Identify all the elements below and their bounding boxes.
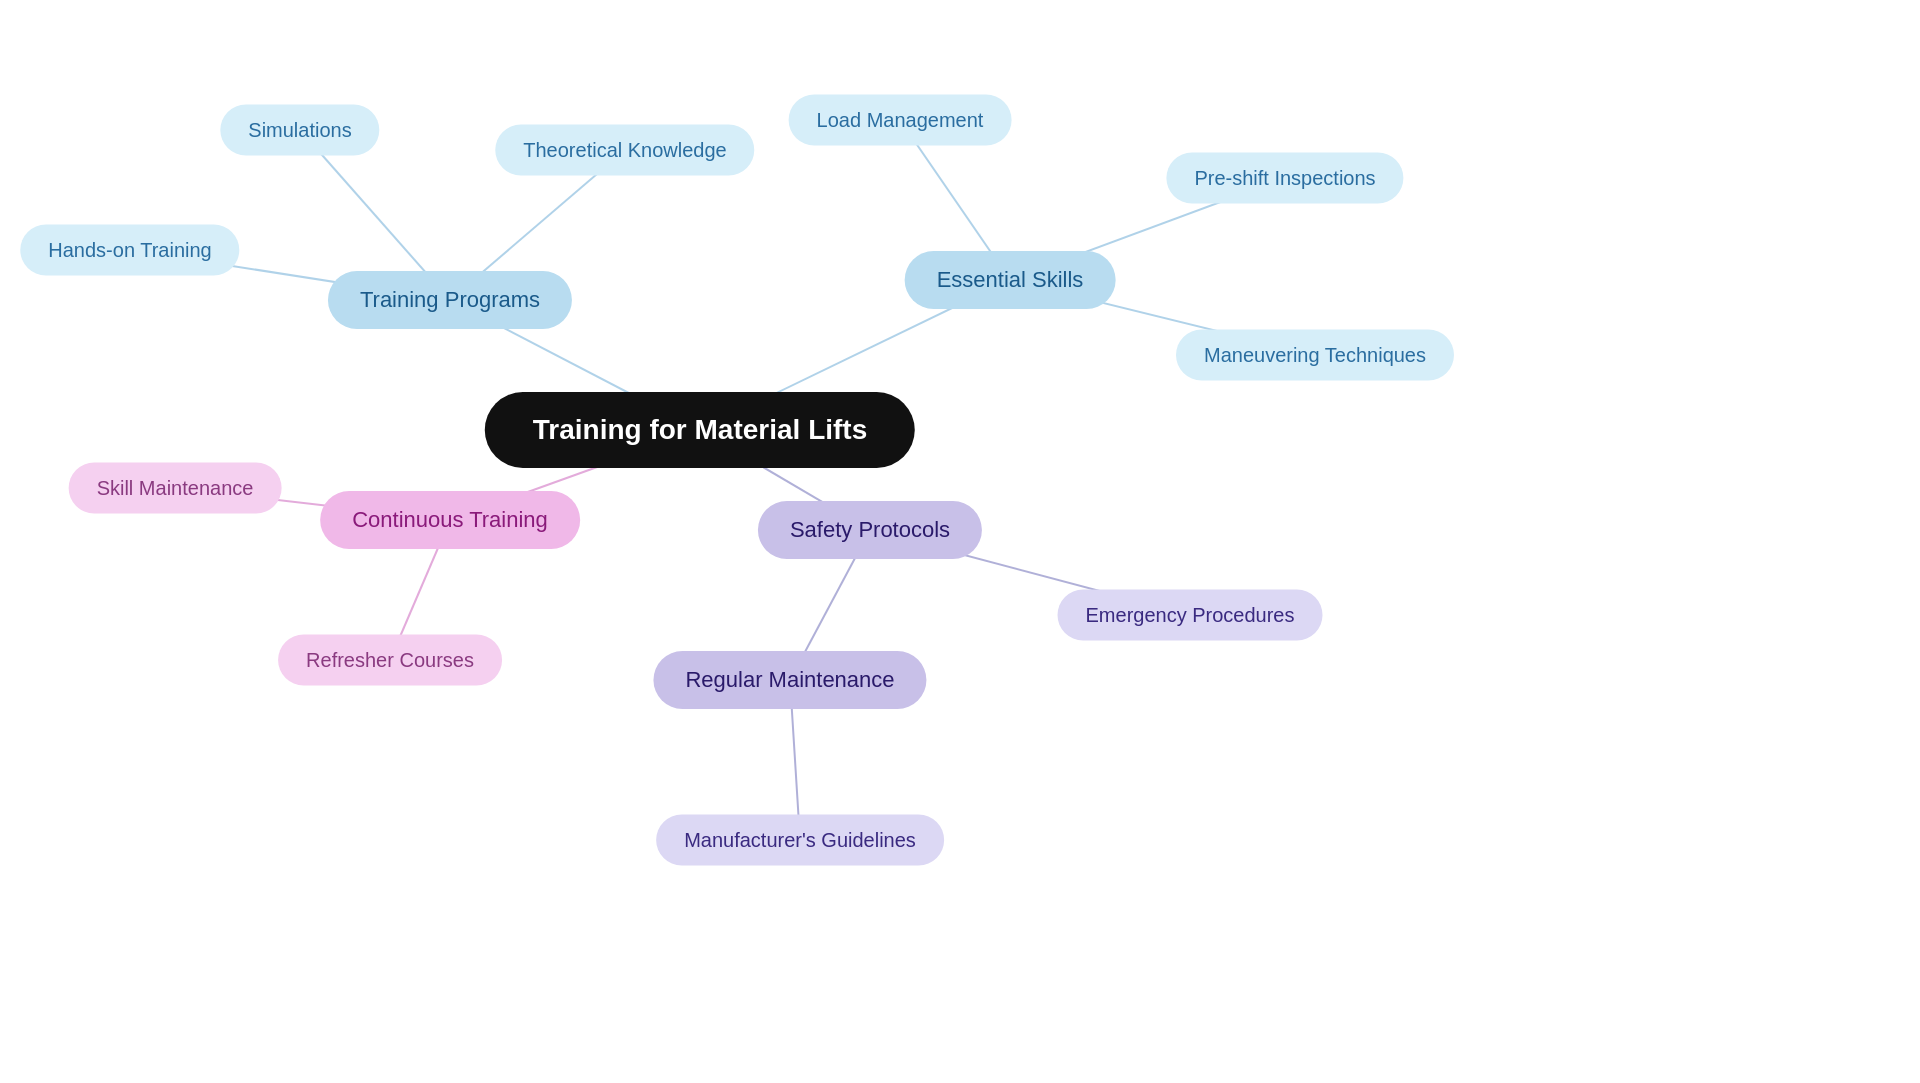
- node-regular-maintenance[interactable]: Regular Maintenance: [653, 651, 926, 709]
- node-refresher-courses[interactable]: Refresher Courses: [278, 635, 502, 686]
- node-simulations[interactable]: Simulations: [220, 105, 379, 156]
- node-maneuvering-techniques[interactable]: Maneuvering Techniques: [1176, 330, 1454, 381]
- node-skill-maintenance[interactable]: Skill Maintenance: [69, 463, 282, 514]
- node-pre-shift-inspections[interactable]: Pre-shift Inspections: [1166, 153, 1403, 204]
- node-hands-on-training[interactable]: Hands-on Training: [20, 225, 239, 276]
- node-theoretical-knowledge[interactable]: Theoretical Knowledge: [495, 125, 754, 176]
- node-essential-skills[interactable]: Essential Skills: [905, 251, 1116, 309]
- node-emergency-procedures[interactable]: Emergency Procedures: [1058, 590, 1323, 641]
- node-training-programs[interactable]: Training Programs: [328, 271, 572, 329]
- node-load-management[interactable]: Load Management: [789, 95, 1012, 146]
- center-node: Training for Material Lifts: [485, 392, 915, 468]
- node-safety-protocols[interactable]: Safety Protocols: [758, 501, 982, 559]
- node-continuous-training[interactable]: Continuous Training: [320, 491, 580, 549]
- node-manufacturers-guidelines[interactable]: Manufacturer's Guidelines: [656, 815, 944, 866]
